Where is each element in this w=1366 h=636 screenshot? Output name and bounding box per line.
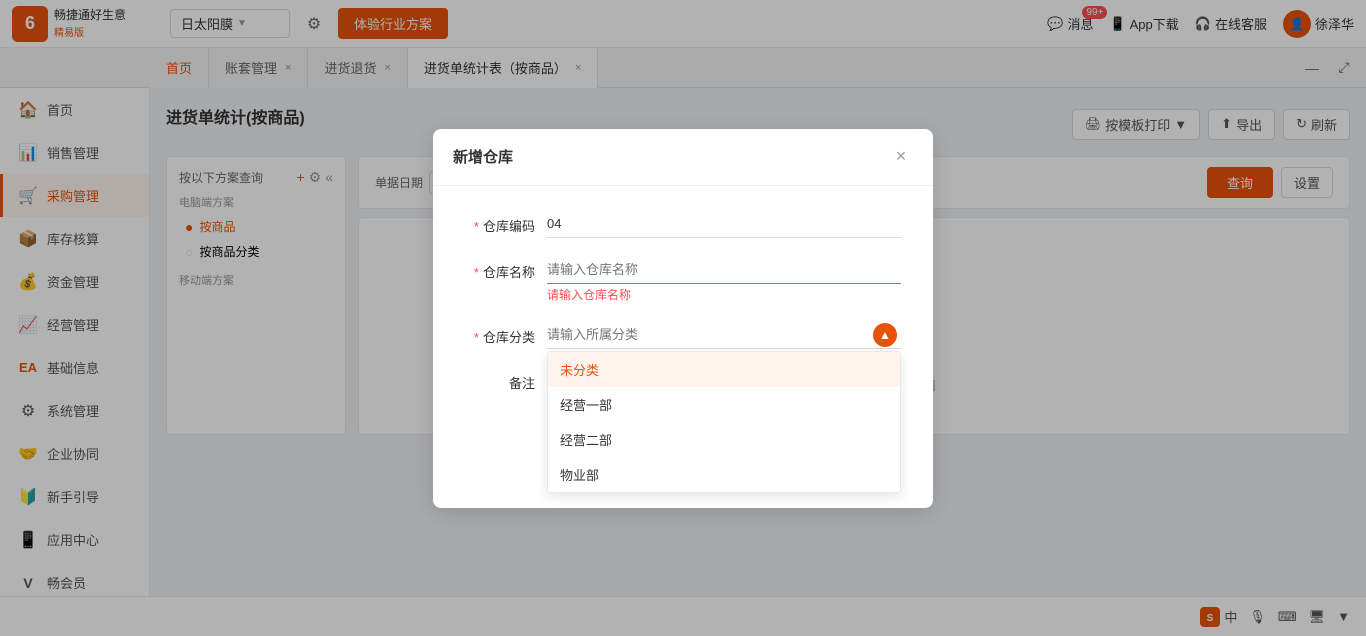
warehouse-code-row: *仓库编码 xyxy=(465,210,901,238)
warehouse-category-row: *仓库分类 ▲ 未分类 经营一部 经营二部 物业部 xyxy=(465,321,901,349)
new-warehouse-modal: 新增仓库 × *仓库编码 *仓库名称 请输入仓库名称 xyxy=(433,129,933,508)
warehouse-name-error: 请输入仓库名称 xyxy=(547,286,901,303)
category-option-property[interactable]: 物业部 xyxy=(548,457,900,492)
modal-close-btn[interactable]: × xyxy=(889,145,913,169)
category-dropdown: 未分类 经营一部 经营二部 物业部 xyxy=(547,351,901,493)
category-option-uncategorized[interactable]: 未分类 xyxy=(548,352,900,387)
category-option-dept2[interactable]: 经营二部 xyxy=(548,422,900,457)
modal-title: 新增仓库 xyxy=(453,146,513,167)
modal-header: 新增仓库 × xyxy=(433,129,933,186)
modal-body: *仓库编码 *仓库名称 请输入仓库名称 *仓库分类 xyxy=(433,186,933,441)
warehouse-category-input[interactable] xyxy=(547,321,901,349)
warehouse-category-label: *仓库分类 xyxy=(465,321,535,346)
warehouse-name-label: *仓库名称 xyxy=(465,256,535,281)
warehouse-code-field xyxy=(547,210,901,238)
warehouse-category-field: ▲ 未分类 经营一部 经营二部 物业部 xyxy=(547,321,901,349)
warehouse-code-label: *仓库编码 xyxy=(465,210,535,235)
warehouse-code-input[interactable] xyxy=(547,210,901,238)
warehouse-name-row: *仓库名称 请输入仓库名称 xyxy=(465,256,901,303)
modal-overlay: 新增仓库 × *仓库编码 *仓库名称 请输入仓库名称 xyxy=(0,0,1366,636)
category-option-dept1[interactable]: 经营一部 xyxy=(548,387,900,422)
category-toggle-btn[interactable]: ▲ xyxy=(873,323,897,347)
warehouse-note-label: 备注 xyxy=(465,367,535,392)
warehouse-name-field: 请输入仓库名称 xyxy=(547,256,901,303)
warehouse-name-input[interactable] xyxy=(547,256,901,284)
